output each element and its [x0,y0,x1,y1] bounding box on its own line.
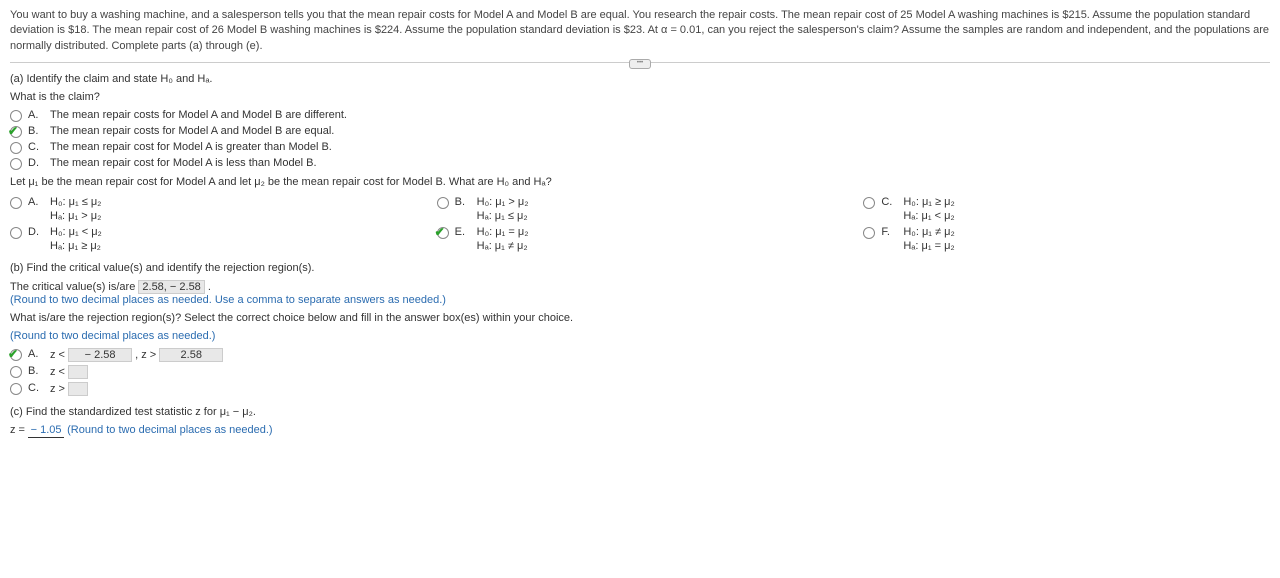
choice-text: The mean repair cost for Model A is less… [50,157,317,169]
radio-icon [437,197,449,209]
rr-input-1[interactable]: − 2.58 [68,348,132,362]
problem-statement: You want to buy a washing machine, and a… [10,8,1270,54]
rr-prompt: What is/are the rejection region(s)? Sel… [10,312,1270,324]
rr-choice-a[interactable]: A. z < − 2.58 , z > 2.58 [10,348,1270,362]
hyp-choice-d[interactable]: D. H₀: μ₁ < μ₂ Hₐ: μ₁ ≥ μ₂ [10,226,417,252]
choice-letter: A. [28,109,44,121]
hyp-h0: H₀: μ₁ > μ₂ [477,196,529,208]
choice-letter: E. [455,226,471,238]
hypothesis-prompt: Let μ₁ be the mean repair cost for Model… [10,176,1270,188]
choice-text: The mean repair cost for Model A is grea… [50,141,332,153]
radio-icon [10,349,22,361]
section-divider: ••• [10,62,1270,63]
hyp-choice-f[interactable]: F. H₀: μ₁ ≠ μ₂ Hₐ: μ₁ = μ₂ [863,226,1270,252]
rr-input-empty[interactable] [68,382,88,396]
choice-letter: B. [455,196,471,208]
hyp-choice-a[interactable]: A. H₀: μ₁ ≤ μ₂ Hₐ: μ₁ > μ₂ [10,196,417,222]
hyp-choice-c[interactable]: C. H₀: μ₁ ≥ μ₂ Hₐ: μ₁ < μ₂ [863,196,1270,222]
hyp-ha: Hₐ: μ₁ ≤ μ₂ [477,210,529,222]
choice-letter: D. [28,226,44,238]
cv-after: . [208,281,211,293]
rr-input-2[interactable]: 2.58 [159,348,223,362]
radio-icon [10,126,22,138]
hyp-choice-e[interactable]: E. H₀: μ₁ = μ₂ Hₐ: μ₁ ≠ μ₂ [437,226,844,252]
radio-icon [10,383,22,395]
radio-icon [10,197,22,209]
z-answer-input[interactable]: − 1.05 [28,424,64,438]
choice-letter: A. [28,196,44,208]
choice-letter: C. [28,382,44,394]
critical-value-line: The critical value(s) is/are 2.58, − 2.5… [10,280,1270,294]
radio-icon [10,158,22,170]
choice-letter: A. [28,348,44,360]
radio-icon [10,366,22,378]
choice-text: The mean repair costs for Model A and Mo… [50,109,347,121]
radio-icon [437,227,449,239]
cv-note: (Round to two decimal places as needed. … [10,294,1270,306]
rr-choice-c[interactable]: C. z > [10,382,1270,396]
radio-icon [10,142,22,154]
hyp-ha: Hₐ: μ₁ = μ₂ [903,240,954,252]
part-b-prompt: (b) Find the critical value(s) and ident… [10,262,1270,274]
claim-choice-c[interactable]: C. The mean repair cost for Model A is g… [10,141,1270,154]
hyp-ha: Hₐ: μ₁ > μ₂ [50,210,101,222]
rr-text: z > [50,383,65,395]
hyp-ha: Hₐ: μ₁ ≠ μ₂ [477,240,529,252]
rr-text: z < [50,366,65,378]
choice-letter: C. [28,141,44,153]
cv-label: The critical value(s) is/are [10,281,135,293]
z-line: z = − 1.05 (Round to two decimal places … [10,424,1270,438]
claim-choice-a[interactable]: A. The mean repair costs for Model A and… [10,109,1270,122]
hyp-ha: Hₐ: μ₁ < μ₂ [903,210,954,222]
rr-note: (Round to two decimal places as needed.) [10,330,1270,342]
hyp-h0: H₀: μ₁ ≥ μ₂ [903,196,954,208]
choice-letter: B. [28,365,44,377]
z-label: z = [10,424,25,436]
rr-choice-b[interactable]: B. z < [10,365,1270,379]
hyp-choice-b[interactable]: B. H₀: μ₁ > μ₂ Hₐ: μ₁ ≤ μ₂ [437,196,844,222]
hyp-h0: H₀: μ₁ ≤ μ₂ [50,196,101,208]
rr-text: z < [50,349,65,361]
cv-answer-input[interactable]: 2.58, − 2.58 [138,280,204,294]
hyp-h0: H₀: μ₁ < μ₂ [50,226,102,238]
radio-icon [10,227,22,239]
hyp-ha: Hₐ: μ₁ ≥ μ₂ [50,240,102,252]
radio-icon [863,227,875,239]
choice-letter: D. [28,157,44,169]
hyp-h0: H₀: μ₁ = μ₂ [477,226,529,238]
expand-button[interactable]: ••• [629,59,651,69]
radio-icon [863,197,875,209]
claim-choice-b[interactable]: B. The mean repair costs for Model A and… [10,125,1270,138]
part-a-question: What is the claim? [10,91,1270,103]
choice-letter: C. [881,196,897,208]
part-c-prompt: (c) Find the standardized test statistic… [10,406,1270,418]
choice-letter: B. [28,125,44,137]
hyp-h0: H₀: μ₁ ≠ μ₂ [903,226,954,238]
part-a-prompt: (a) Identify the claim and state H₀ and … [10,73,1270,85]
choice-letter: F. [881,226,897,238]
rr-text-mid: , z > [135,349,156,361]
rr-input-empty[interactable] [68,365,88,379]
claim-choice-d[interactable]: D. The mean repair cost for Model A is l… [10,157,1270,170]
z-note: (Round to two decimal places as needed.) [67,424,272,436]
radio-icon [10,110,22,122]
choice-text: The mean repair costs for Model A and Mo… [50,125,334,137]
